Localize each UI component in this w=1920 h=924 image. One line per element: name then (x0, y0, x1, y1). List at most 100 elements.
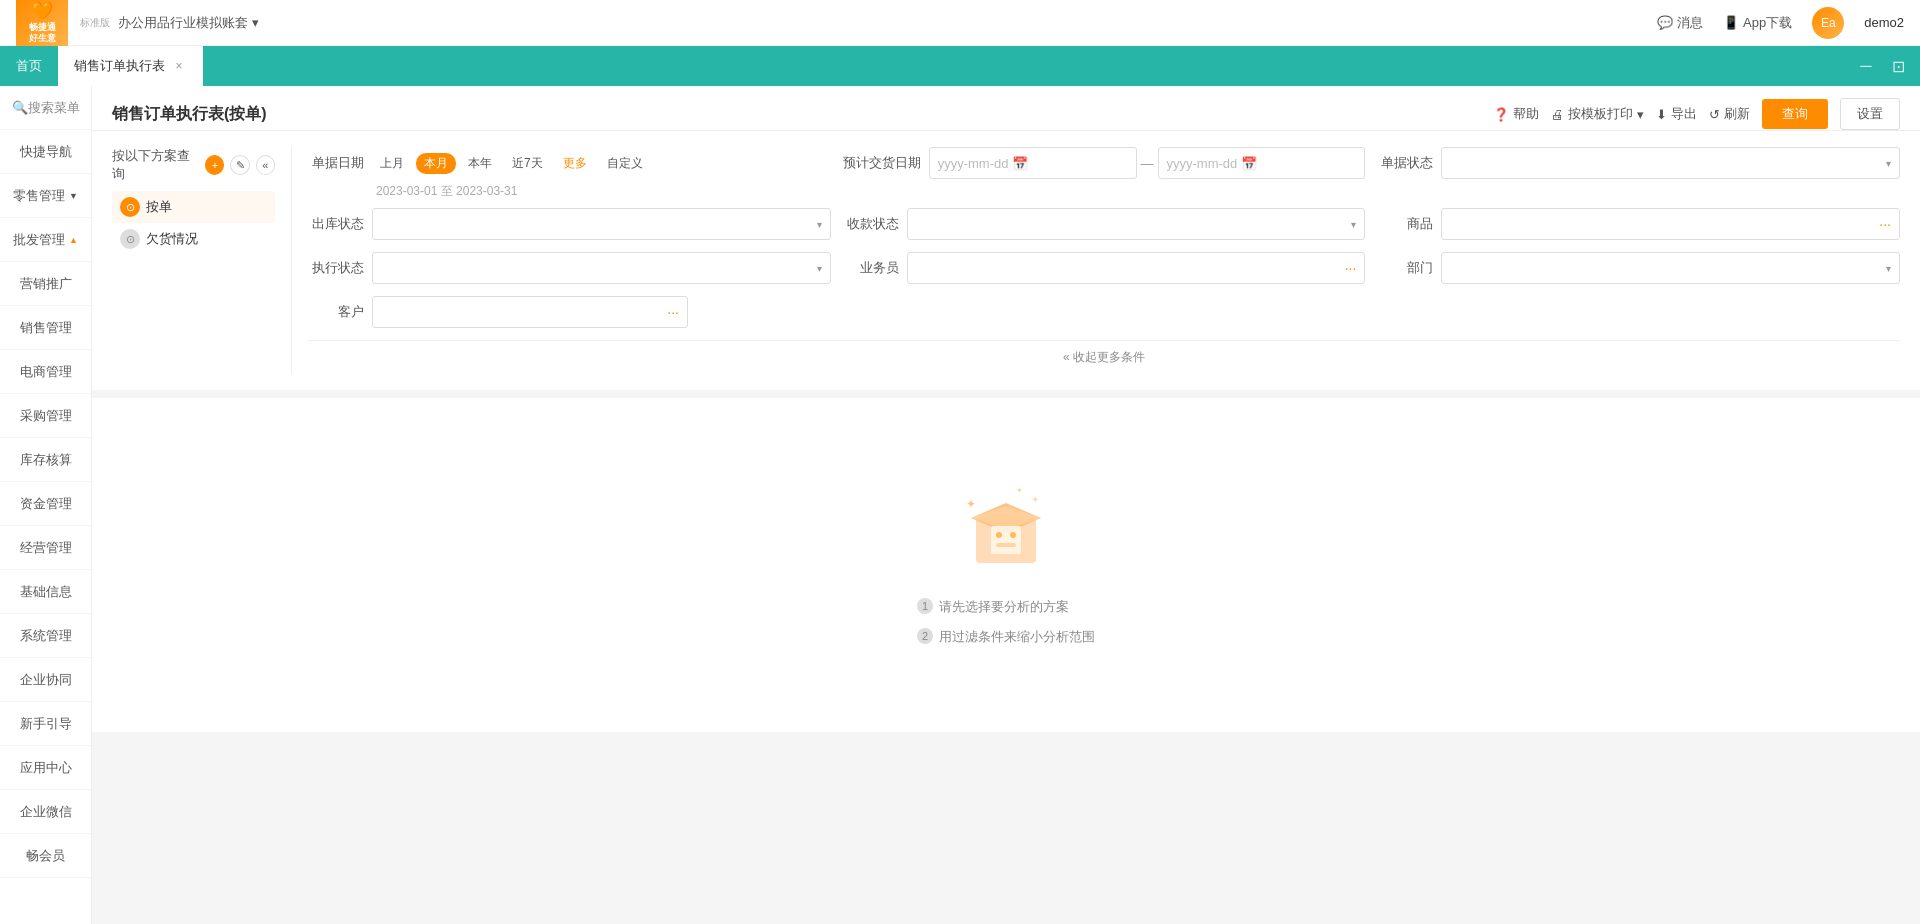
product-more-icon[interactable]: ··· (1879, 216, 1891, 232)
solution-backorder-dot: ⊙ (120, 229, 140, 249)
add-solution-btn[interactable]: + (205, 155, 224, 175)
date-tag-more[interactable]: 更多 (555, 153, 595, 174)
sidebar-wholesale-label: 批发管理 (13, 231, 65, 249)
tab-home[interactable]: 首页 (0, 46, 58, 86)
sidebar-system-label: 系统管理 (20, 627, 72, 645)
date-to-input[interactable]: yyyy-mm-dd 📅 (1158, 147, 1366, 179)
filter-left-panel: 按以下方案查询 + ✎ « ⊙ 按单 ⊙ 欠货情况 (112, 147, 292, 374)
page-header: 销售订单执行表(按单) ❓ 帮助 🖨 按模板打印 ▾ ⬇ 导出 ↺ 刷新 查询 … (92, 86, 1920, 131)
date-tag-thismonth[interactable]: 本月 (416, 153, 456, 174)
date-range-from: yyyy-mm-dd 📅 — yyyy-mm-dd 📅 (929, 147, 1366, 179)
svg-point-7 (996, 532, 1002, 538)
filter-group-exec-status: 执行状态 ▾ (308, 252, 831, 284)
export-btn[interactable]: ⬇ 导出 (1656, 105, 1697, 123)
stock-status-arrow: ▾ (817, 219, 822, 230)
calendar-icon-to: 📅 (1241, 156, 1257, 171)
sidebar-item-sales[interactable]: 销售管理 (0, 306, 91, 350)
app-download-action[interactable]: 📱 App下载 (1723, 14, 1792, 32)
sidebar-item-basic[interactable]: 基础信息 (0, 570, 91, 614)
stock-status-select[interactable]: ▾ (372, 208, 831, 240)
help-label: 帮助 (1513, 105, 1539, 123)
filter-row-2: 出库状态 ▾ 收款状态 ▾ 商品 (308, 208, 1900, 240)
sidebar-app-label: 应用中心 (20, 759, 72, 777)
date-tag-custom[interactable]: 自定义 (599, 153, 651, 174)
nav-tabs: 首页 销售订单执行表 × ─ ⊡ (0, 46, 1920, 86)
date-tags: 上月 本月 本年 近7天 更多 自定义 (372, 153, 651, 174)
filter-group-product: 商品 ··· (1377, 208, 1900, 240)
nav-right-actions: ─ ⊡ (1852, 52, 1920, 80)
exec-status-select[interactable]: ▾ (372, 252, 831, 284)
solution-item-order[interactable]: ⊙ 按单 (112, 191, 275, 223)
exec-status-label: 执行状态 (308, 259, 364, 277)
sidebar-item-member[interactable]: 畅会员 (0, 834, 91, 878)
product-select[interactable]: ··· (1441, 208, 1900, 240)
edit-solution-btn[interactable]: ✎ (230, 155, 249, 175)
export-icon: ⬇ (1656, 107, 1667, 122)
avatar-text: Ea (1821, 16, 1836, 30)
sidebar-item-finance[interactable]: 资金管理 (0, 482, 91, 526)
sidebar-search[interactable]: 🔍 搜索菜单 (0, 86, 91, 130)
sidebar-shortcut[interactable]: 快捷导航 (0, 130, 91, 174)
customer-select[interactable]: ··· (372, 296, 688, 328)
sidebar-item-marketing[interactable]: 营销推广 (0, 262, 91, 306)
sidebar-operations-label: 经营管理 (20, 539, 72, 557)
sidebar-item-system[interactable]: 系统管理 (0, 614, 91, 658)
username: demo2 (1864, 15, 1904, 30)
sidebar-item-collab[interactable]: 企业协同 (0, 658, 91, 702)
dept-label: 部门 (1377, 259, 1433, 277)
refresh-btn[interactable]: ↺ 刷新 (1709, 105, 1750, 123)
empty-state: ✦ ✦ ✦ 1 请先选择要分析的方案 2 用过滤条件来缩小分析范围 (92, 398, 1920, 732)
dept-select[interactable]: ▾ (1441, 252, 1900, 284)
doc-status-select[interactable]: ▾ (1441, 147, 1900, 179)
customer-more-icon[interactable]: ··· (667, 304, 679, 320)
svg-rect-6 (991, 526, 1021, 554)
empty-step-2: 2 用过滤条件来缩小分析范围 (917, 628, 1095, 646)
sidebar-item-retail[interactable]: 零售管理 (0, 174, 91, 218)
collapse-icon: « (1063, 350, 1070, 364)
tab-close-icon[interactable]: × (171, 58, 187, 74)
sidebar-item-wxwork[interactable]: 企业微信 (0, 790, 91, 834)
message-action[interactable]: 💬 消息 (1657, 14, 1703, 32)
tab-sales-order[interactable]: 销售订单执行表 × (58, 46, 203, 86)
salesperson-more-icon[interactable]: ··· (1345, 260, 1357, 276)
topbar: 🧡 畅捷通 好生意 标准版 办公用品行业模拟账套 ▾ 💬 消息 📱 App下载 … (0, 0, 1920, 46)
print-label: 按模板打印 (1568, 105, 1633, 123)
sidebar-item-ecommerce[interactable]: 电商管理 (0, 350, 91, 394)
help-btn[interactable]: ❓ 帮助 (1493, 105, 1539, 123)
industry-selector[interactable]: 办公用品行业模拟账套 ▾ (118, 14, 259, 32)
sidebar-item-inventory[interactable]: 库存核算 (0, 438, 91, 482)
payment-status-select[interactable]: ▾ (907, 208, 1366, 240)
date-tag-7days[interactable]: 近7天 (504, 153, 551, 174)
date-tag-lastmonth[interactable]: 上月 (372, 153, 412, 174)
avatar[interactable]: Ea (1812, 7, 1844, 39)
salesperson-select[interactable]: ··· (907, 252, 1366, 284)
nav-restore-btn[interactable]: ⊡ (1884, 52, 1912, 80)
sidebar-item-app[interactable]: 应用中心 (0, 746, 91, 790)
nav-minimize-btn[interactable]: ─ (1852, 52, 1880, 80)
print-btn[interactable]: 🖨 按模板打印 ▾ (1551, 105, 1644, 123)
sidebar-wxwork-label: 企业微信 (20, 803, 72, 821)
collapse-solution-btn[interactable]: « (256, 155, 275, 175)
help-icon: ❓ (1493, 107, 1509, 122)
empty-steps: 1 请先选择要分析的方案 2 用过滤条件来缩小分析范围 (917, 598, 1095, 652)
sidebar-item-wholesale[interactable]: 批发管理 (0, 218, 91, 262)
logo-text: 畅捷通 (29, 23, 56, 33)
filter-group-doc-status: 单据状态 ▾ (1377, 147, 1900, 179)
date-from-input[interactable]: yyyy-mm-dd 📅 (929, 147, 1137, 179)
sidebar-item-newbie[interactable]: 新手引导 (0, 702, 91, 746)
shortcut-label: 快捷导航 (20, 143, 72, 161)
settings-btn[interactable]: 设置 (1840, 98, 1900, 130)
sidebar-marketing-label: 营销推广 (20, 275, 72, 293)
solution-item-backorder[interactable]: ⊙ 欠货情况 (112, 223, 275, 255)
industry-dropdown-icon: ▾ (252, 15, 259, 30)
print-icon: 🖨 (1551, 107, 1564, 122)
svg-point-8 (1010, 532, 1016, 538)
search-btn[interactable]: 查询 (1762, 99, 1828, 129)
filter-row-3: 执行状态 ▾ 业务员 ··· 部门 (308, 252, 1900, 284)
message-icon: 💬 (1657, 15, 1673, 30)
collapse-btn[interactable]: « 收起更多条件 (308, 340, 1900, 374)
sidebar-item-purchase[interactable]: 采购管理 (0, 394, 91, 438)
filter-group-salesperson: 业务员 ··· (843, 252, 1366, 284)
sidebar-item-operations[interactable]: 经营管理 (0, 526, 91, 570)
date-tag-thisyear[interactable]: 本年 (460, 153, 500, 174)
